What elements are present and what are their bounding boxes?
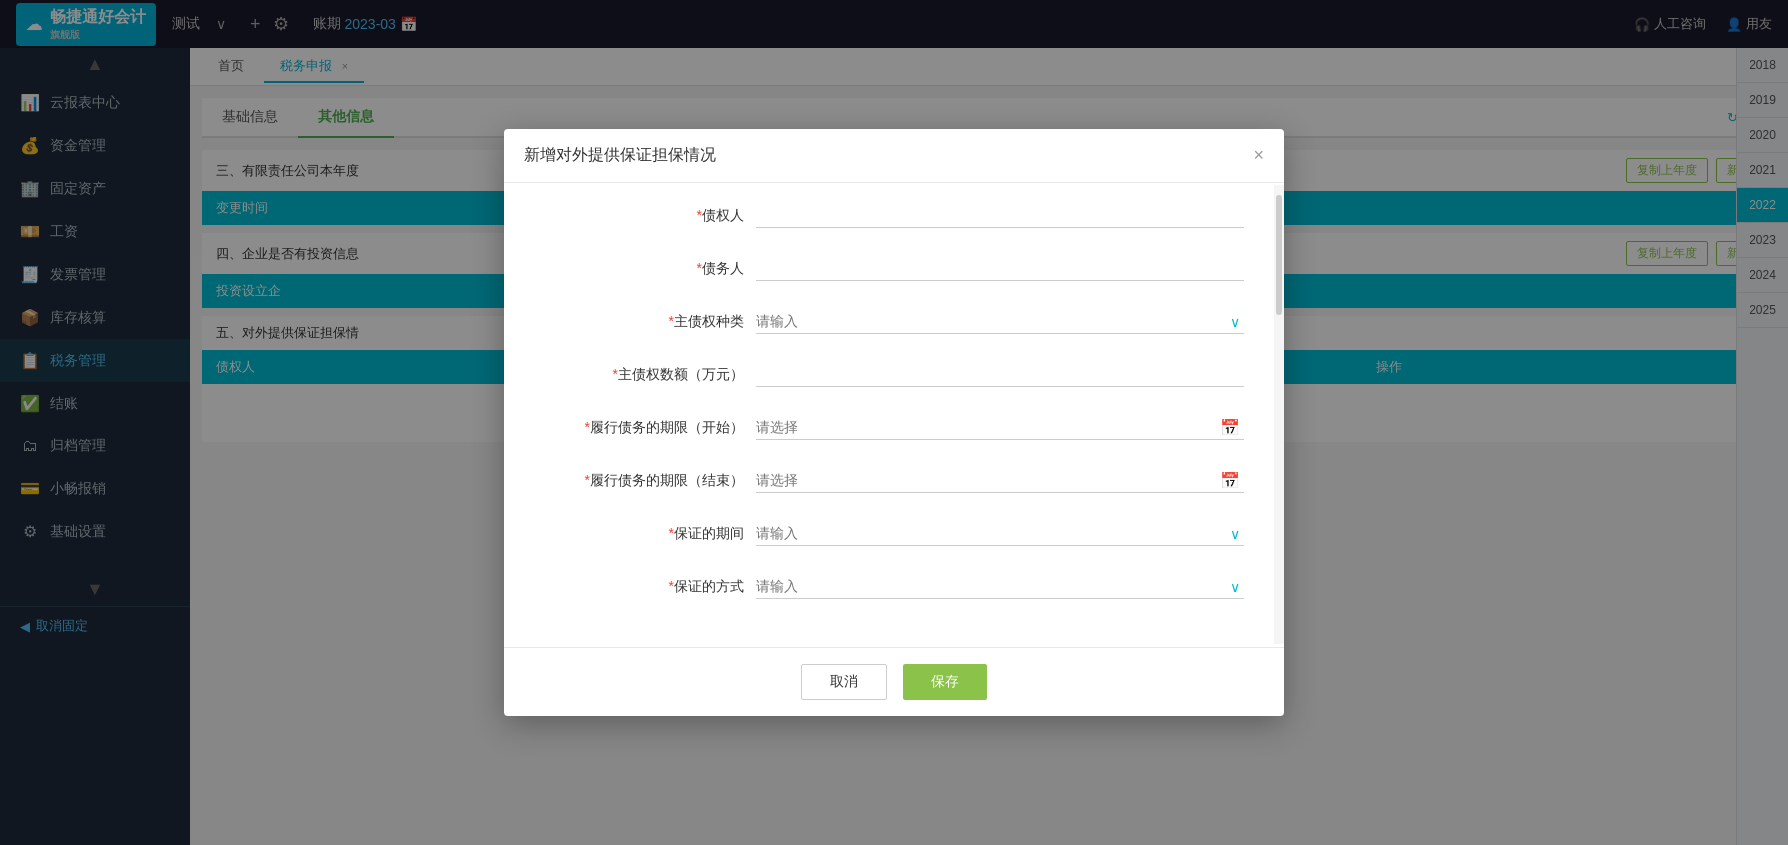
label-guarantee-method: *保证的方式 xyxy=(544,578,744,596)
modal-footer: 取消 保存 xyxy=(504,647,1284,716)
required-marker: * xyxy=(697,207,702,223)
form-row-debt-type: *主债权种类 ∨ xyxy=(544,309,1244,334)
date-wrap-end: 📅 xyxy=(756,468,1244,493)
add-guarantee-modal: 新增对外提供保证担保情况 × *债权人 *债务人 *主债权种类 xyxy=(504,129,1284,716)
select-guarantee-period[interactable] xyxy=(756,521,1244,546)
select-wrap-guarantee-method: ∨ xyxy=(756,574,1244,599)
input-creditor[interactable] xyxy=(756,203,1244,228)
label-guarantee-period: *保证的期间 xyxy=(544,525,744,543)
label-creditor: *债权人 xyxy=(544,207,744,225)
required-marker: * xyxy=(585,419,590,435)
input-debtor[interactable] xyxy=(756,256,1244,281)
input-debt-amount[interactable] xyxy=(756,362,1244,387)
label-end-date: *履行债务的期限（结束） xyxy=(544,472,744,490)
modal-body: *债权人 *债务人 *主债权种类 ∨ xyxy=(504,183,1284,647)
required-marker: * xyxy=(613,366,618,382)
modal-header: 新增对外提供保证担保情况 × xyxy=(504,129,1284,183)
required-marker: * xyxy=(669,525,674,541)
date-wrap-start: 📅 xyxy=(756,415,1244,440)
input-start-date[interactable] xyxy=(756,415,1244,440)
modal-title: 新增对外提供保证担保情况 xyxy=(524,145,716,166)
label-debtor: *债务人 xyxy=(544,260,744,278)
form-row-debtor: *债务人 xyxy=(544,256,1244,281)
required-marker: * xyxy=(697,260,702,276)
calendar-start-icon[interactable]: 📅 xyxy=(1220,418,1240,437)
select-debt-type[interactable] xyxy=(756,309,1244,334)
form-row-start-date: *履行债务的期限（开始） 📅 xyxy=(544,415,1244,440)
modal-overlay: 新增对外提供保证担保情况 × *债权人 *债务人 *主债权种类 xyxy=(0,0,1788,845)
form-row-guarantee-period: *保证的期间 ∨ xyxy=(544,521,1244,546)
save-button[interactable]: 保存 xyxy=(903,664,987,700)
form-row-guarantee-method: *保证的方式 ∨ xyxy=(544,574,1244,599)
label-debt-amount: *主债权数额（万元） xyxy=(544,366,744,384)
scroll-thumb xyxy=(1276,195,1282,315)
calendar-end-icon[interactable]: 📅 xyxy=(1220,471,1240,490)
select-wrap-debt-type: ∨ xyxy=(756,309,1244,334)
cancel-button[interactable]: 取消 xyxy=(801,664,887,700)
label-start-date: *履行债务的期限（开始） xyxy=(544,419,744,437)
form-row-debt-amount: *主债权数额（万元） xyxy=(544,362,1244,387)
modal-close-button[interactable]: × xyxy=(1253,145,1264,166)
modal-scrollbar xyxy=(1274,185,1284,644)
label-debt-type: *主债权种类 xyxy=(544,313,744,331)
required-marker: * xyxy=(669,313,674,329)
input-end-date[interactable] xyxy=(756,468,1244,493)
required-marker: * xyxy=(585,472,590,488)
required-marker: * xyxy=(669,578,674,594)
form-row-end-date: *履行债务的期限（结束） 📅 xyxy=(544,468,1244,493)
form-row-creditor: *债权人 xyxy=(544,203,1244,228)
select-guarantee-method[interactable] xyxy=(756,574,1244,599)
select-wrap-guarantee-period: ∨ xyxy=(756,521,1244,546)
